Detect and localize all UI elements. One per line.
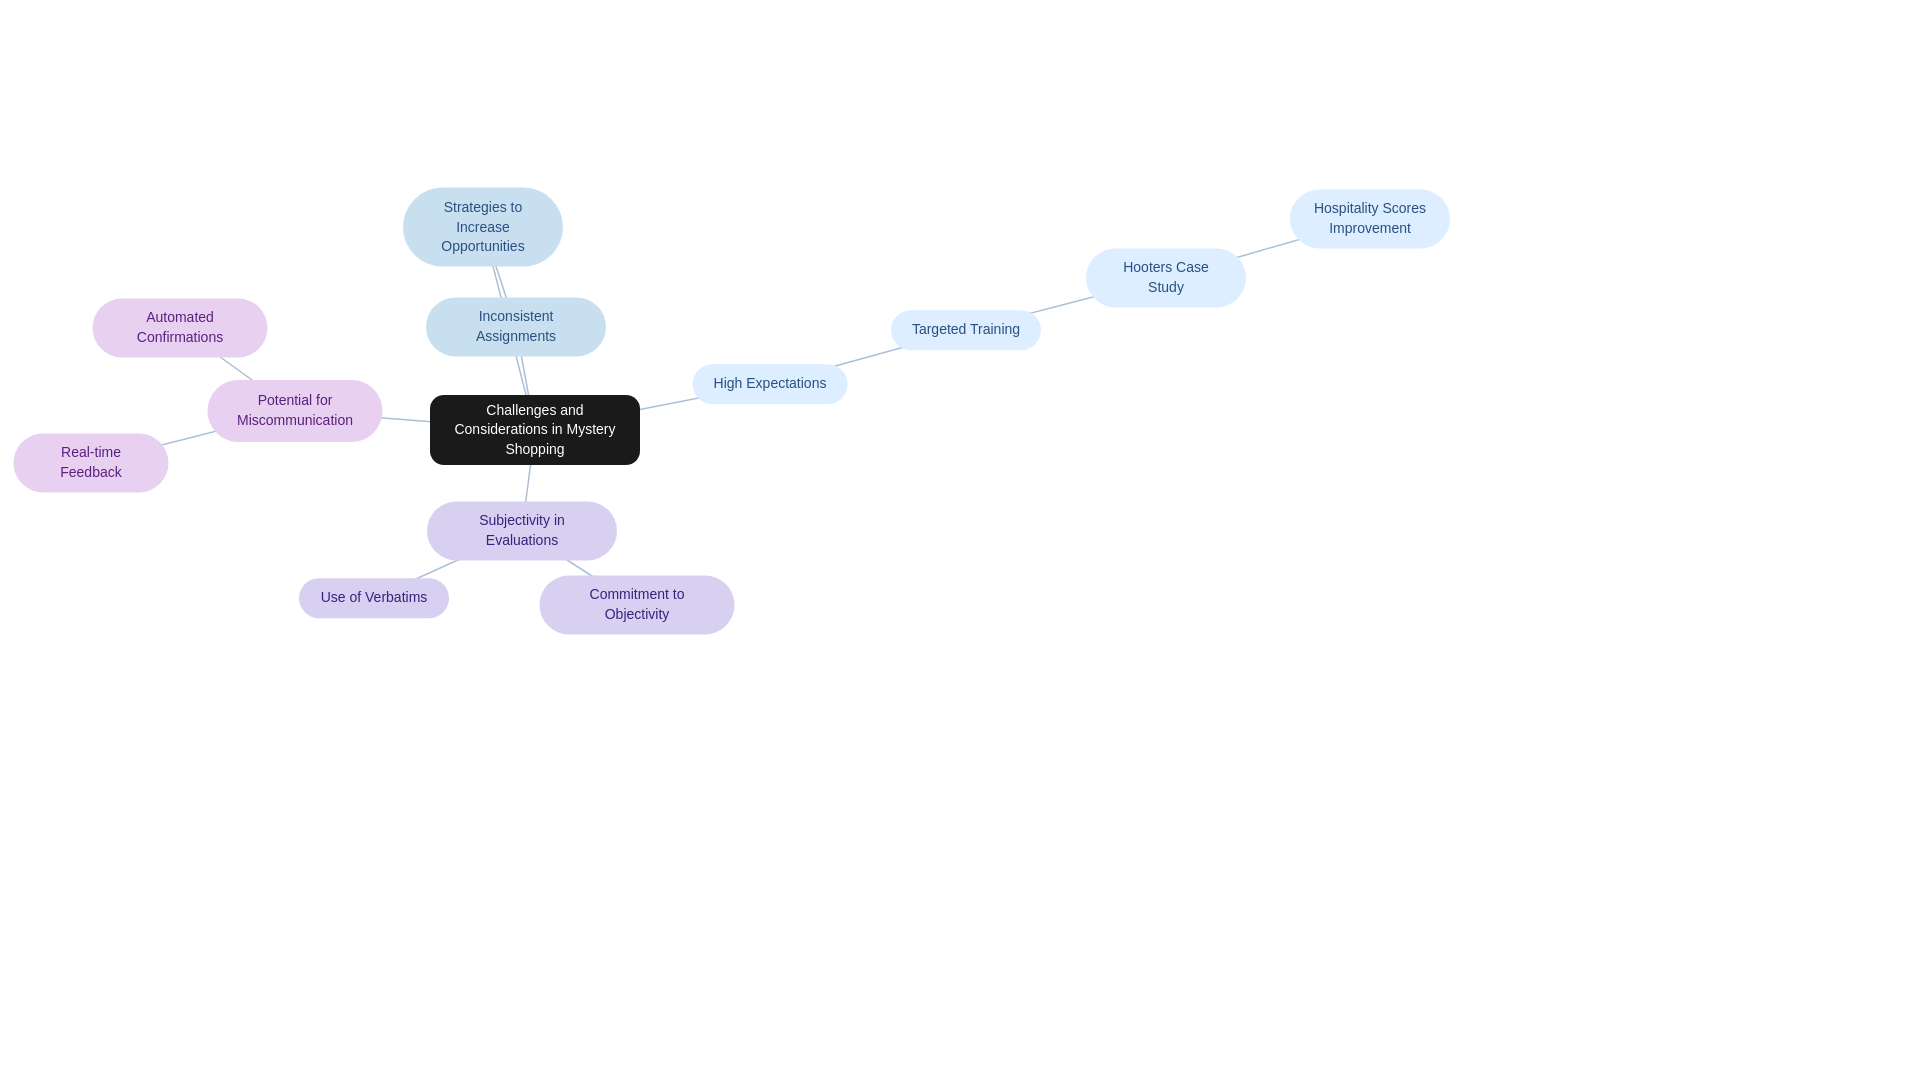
hospitality-scores-node[interactable]: Hospitality Scores Improvement	[1290, 189, 1450, 248]
targeted-training-node[interactable]: Targeted Training	[891, 310, 1041, 350]
center-node[interactable]: Challenges and Considerations in Mystery…	[430, 395, 640, 465]
inconsistent-node[interactable]: Inconsistent Assignments	[426, 297, 606, 356]
use-verbatims-node[interactable]: Use of Verbatims	[299, 578, 449, 618]
automated-conf-node[interactable]: Automated Confirmations	[93, 298, 268, 357]
strategies-node[interactable]: Strategies to Increase Opportunities	[403, 188, 563, 267]
hooters-case-node[interactable]: Hooters Case Study	[1086, 248, 1246, 307]
commitment-objectivity-node[interactable]: Commitment to Objectivity	[540, 575, 735, 634]
subjectivity-node[interactable]: Subjectivity in Evaluations	[427, 501, 617, 560]
realtime-feedback-node[interactable]: Real-time Feedback	[14, 433, 169, 492]
potential-misc-node[interactable]: Potential for Miscommunication	[208, 380, 383, 442]
high-expectations-node[interactable]: High Expectations	[693, 364, 848, 404]
